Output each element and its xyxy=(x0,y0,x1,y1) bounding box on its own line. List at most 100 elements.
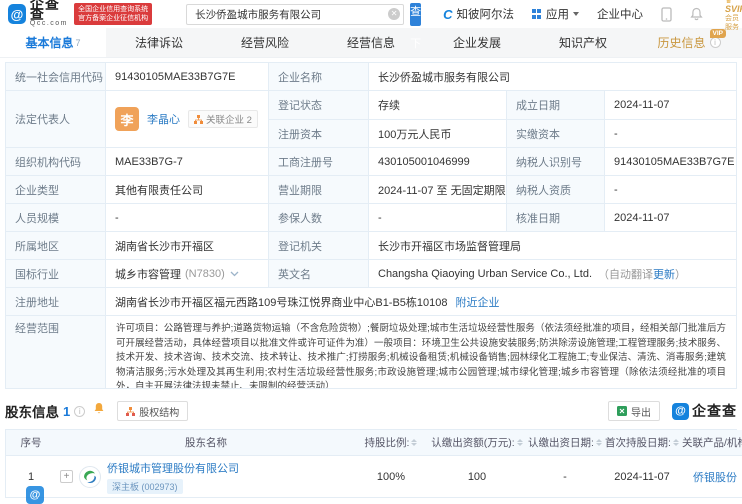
nav-enterprise-center[interactable]: 企业中心 xyxy=(597,6,643,22)
value-staff-size: - xyxy=(106,204,269,232)
official-badge: 全国企业信用查询系统 官方备案企业征信机构 xyxy=(74,3,153,25)
label-reg-status: 登记状态 xyxy=(269,91,369,120)
shareholders-table: 序号 股东名称 持股比例: 认缴出资额(万元): 认缴出资日期: 首次持股日期:… xyxy=(5,429,742,498)
col-header-amount[interactable]: 认缴出资额(万元): xyxy=(426,430,528,456)
value-reg-no: 430105001046999 xyxy=(369,148,507,176)
value-credit-code: 91430105MAE33B7G7E xyxy=(106,63,269,91)
sort-icon[interactable] xyxy=(516,439,523,446)
value-est-date: 2024-11-07 xyxy=(605,91,737,120)
col-header-first-date[interactable]: 首次持股日期: xyxy=(602,430,682,456)
nav-apps-dropdown[interactable]: 应用 xyxy=(532,6,580,22)
vip-badge: VIP xyxy=(709,29,726,38)
label-est-date: 成立日期 xyxy=(507,91,605,120)
tab-operation-info[interactable]: 经营信息 xyxy=(318,28,424,57)
label-paid-capital: 实缴资本 xyxy=(507,120,605,148)
section-tabs: 基本信息 7 法律诉讼 经营风险 经营信息 企业发展 知识产权 VIP 历史信息… xyxy=(0,28,742,58)
label-company-type: 企业类型 xyxy=(6,176,106,204)
value-company-name: 长沙侨盈城市服务有限公司 xyxy=(369,63,737,91)
value-taxpayer-id: 91430105MAE33B7G7E xyxy=(605,148,737,176)
info-icon[interactable]: i xyxy=(74,405,86,417)
label-legal-rep: 法定代表人 xyxy=(6,91,106,148)
label-reg-capital: 注册资本 xyxy=(269,120,369,148)
label-english-name: 英文名 xyxy=(269,260,369,288)
value-reg-authority: 长沙市开福区市场监督管理局 xyxy=(369,232,737,260)
top-bar: @ 企查查 Qcc.com 全国企业信用查询系统 官方备案企业征信机构 ✕ 查一… xyxy=(0,0,742,50)
label-reg-authority: 登记机关 xyxy=(269,232,369,260)
info-icon[interactable]: i xyxy=(709,37,721,48)
value-business-term: 2024-11-07 至 无固定期限 xyxy=(369,176,507,204)
label-reg-no: 工商注册号 xyxy=(269,148,369,176)
mobile-app-icon[interactable] xyxy=(661,6,672,22)
value-approval-date: 2024-11-07 xyxy=(605,204,737,232)
stock-board-badge[interactable]: 深主板 (002973) xyxy=(107,478,183,494)
legal-rep-avatar: 李 xyxy=(115,107,139,131)
row-ratio: 100% xyxy=(356,456,426,498)
value-industry[interactable]: 城乡市容管理 (N7830) xyxy=(106,260,269,288)
label-approval-date: 核准日期 xyxy=(507,204,605,232)
equity-chart-icon xyxy=(126,406,136,416)
shareholder-name-link[interactable]: 侨银城市管理股份有限公司 xyxy=(107,460,239,476)
equity-structure-button[interactable]: 股权结构 xyxy=(117,401,189,421)
alert-bell-icon[interactable] xyxy=(93,402,105,420)
label-company-name: 企业名称 xyxy=(269,63,369,91)
nearby-companies-link[interactable]: 附近企业 xyxy=(456,294,500,310)
org-chart-icon xyxy=(194,114,203,124)
label-staff-size: 人员规模 xyxy=(6,204,106,232)
sort-icon[interactable] xyxy=(672,439,679,446)
value-region: 湖南省长沙市开福区 xyxy=(106,232,269,260)
label-industry: 国标行业 xyxy=(6,260,106,288)
value-company-type: 其他有限责任公司 xyxy=(106,176,269,204)
value-reg-address: 湖南省长沙市开福区福元西路109号珠江悦界商业中心B1-B5栋10108 附近企… xyxy=(106,288,737,316)
sort-icon[interactable] xyxy=(411,439,418,446)
tab-legal-litigation[interactable]: 法律诉讼 xyxy=(106,28,212,57)
value-org-code: MAE33B7G-7 xyxy=(106,148,269,176)
label-business-scope: 经营范围 xyxy=(6,316,106,389)
value-taxpayer-qual: - xyxy=(605,176,737,204)
qcc-watermark: @ 企查查 xyxy=(672,401,737,421)
legal-rep-name-link[interactable]: 李晶心 xyxy=(147,111,180,127)
row-first-date: 2024-11-07 xyxy=(602,456,682,498)
value-paid-capital: - xyxy=(605,120,737,148)
apps-grid-icon xyxy=(532,9,542,19)
col-header-date[interactable]: 认缴出资日期: xyxy=(528,430,602,456)
value-reg-status: 存续 xyxy=(369,91,507,120)
related-companies-badge[interactable]: 关联企业 2 xyxy=(188,110,258,128)
tab-intellectual-property[interactable]: 知识产权 xyxy=(530,28,636,57)
qcc-logo-icon: @ xyxy=(8,4,26,24)
notification-bell-icon[interactable] xyxy=(690,7,703,21)
tab-company-development[interactable]: 企业发展 xyxy=(424,28,530,57)
tab-operation-risk[interactable]: 经营风险 xyxy=(212,28,318,57)
value-legal-rep: 李 李晶心 关联企业 2 xyxy=(106,91,269,148)
search-button[interactable]: 查一下 xyxy=(410,2,422,50)
zhibi-icon: C xyxy=(443,6,453,22)
qcc-logo[interactable]: @ 企查查 Qcc.com xyxy=(8,0,70,29)
basic-info-table: 统一社会信用代码 91430105MAE33B7G7E 企业名称 长沙侨盈城市服… xyxy=(5,62,737,389)
search-input[interactable] xyxy=(186,3,405,25)
tab-basic-info[interactable]: 基本信息 7 xyxy=(0,28,106,57)
chevron-down-icon xyxy=(573,12,580,16)
row-amount: 100 xyxy=(426,456,528,498)
label-reg-address: 注册地址 xyxy=(6,288,106,316)
label-region: 所属地区 xyxy=(6,232,106,260)
value-insured-count: - xyxy=(369,204,507,232)
row-date: - xyxy=(528,456,602,498)
clear-search-icon[interactable]: ✕ xyxy=(388,7,401,20)
label-insured-count: 参保人数 xyxy=(269,204,369,232)
excel-icon xyxy=(617,406,627,416)
export-button[interactable]: 导出 xyxy=(608,401,660,421)
translate-update-link[interactable]: 更新 xyxy=(653,266,675,282)
col-header-ratio[interactable]: 持股比例: xyxy=(356,430,426,456)
label-taxpayer-qual: 纳税人资质 xyxy=(507,176,605,204)
chevron-down-icon[interactable] xyxy=(230,268,239,280)
col-header-related: 关联产品/机构 xyxy=(682,430,742,456)
value-business-scope: 许可项目：公路管理与养护;道路货物运输（不含危险货物）;餐厨垃圾处理;城市生活垃… xyxy=(106,316,737,389)
label-taxpayer-id: 纳税人识别号 xyxy=(507,148,605,176)
shareholders-header: 股东信息 1 i 股权结构 导出 @ 企查查 xyxy=(5,401,737,421)
tab-history-info[interactable]: VIP 历史信息 i xyxy=(636,28,742,57)
nav-zhibi-alpha[interactable]: C 知彼阿尔法 xyxy=(443,6,514,22)
expand-row-button[interactable]: + xyxy=(60,470,73,483)
row-related-product: 侨银股份 xyxy=(682,456,742,498)
label-credit-code: 统一社会信用代码 xyxy=(6,63,106,91)
related-product-link[interactable]: 侨银股份 xyxy=(693,469,737,485)
label-org-code: 组织机构代码 xyxy=(6,148,106,176)
